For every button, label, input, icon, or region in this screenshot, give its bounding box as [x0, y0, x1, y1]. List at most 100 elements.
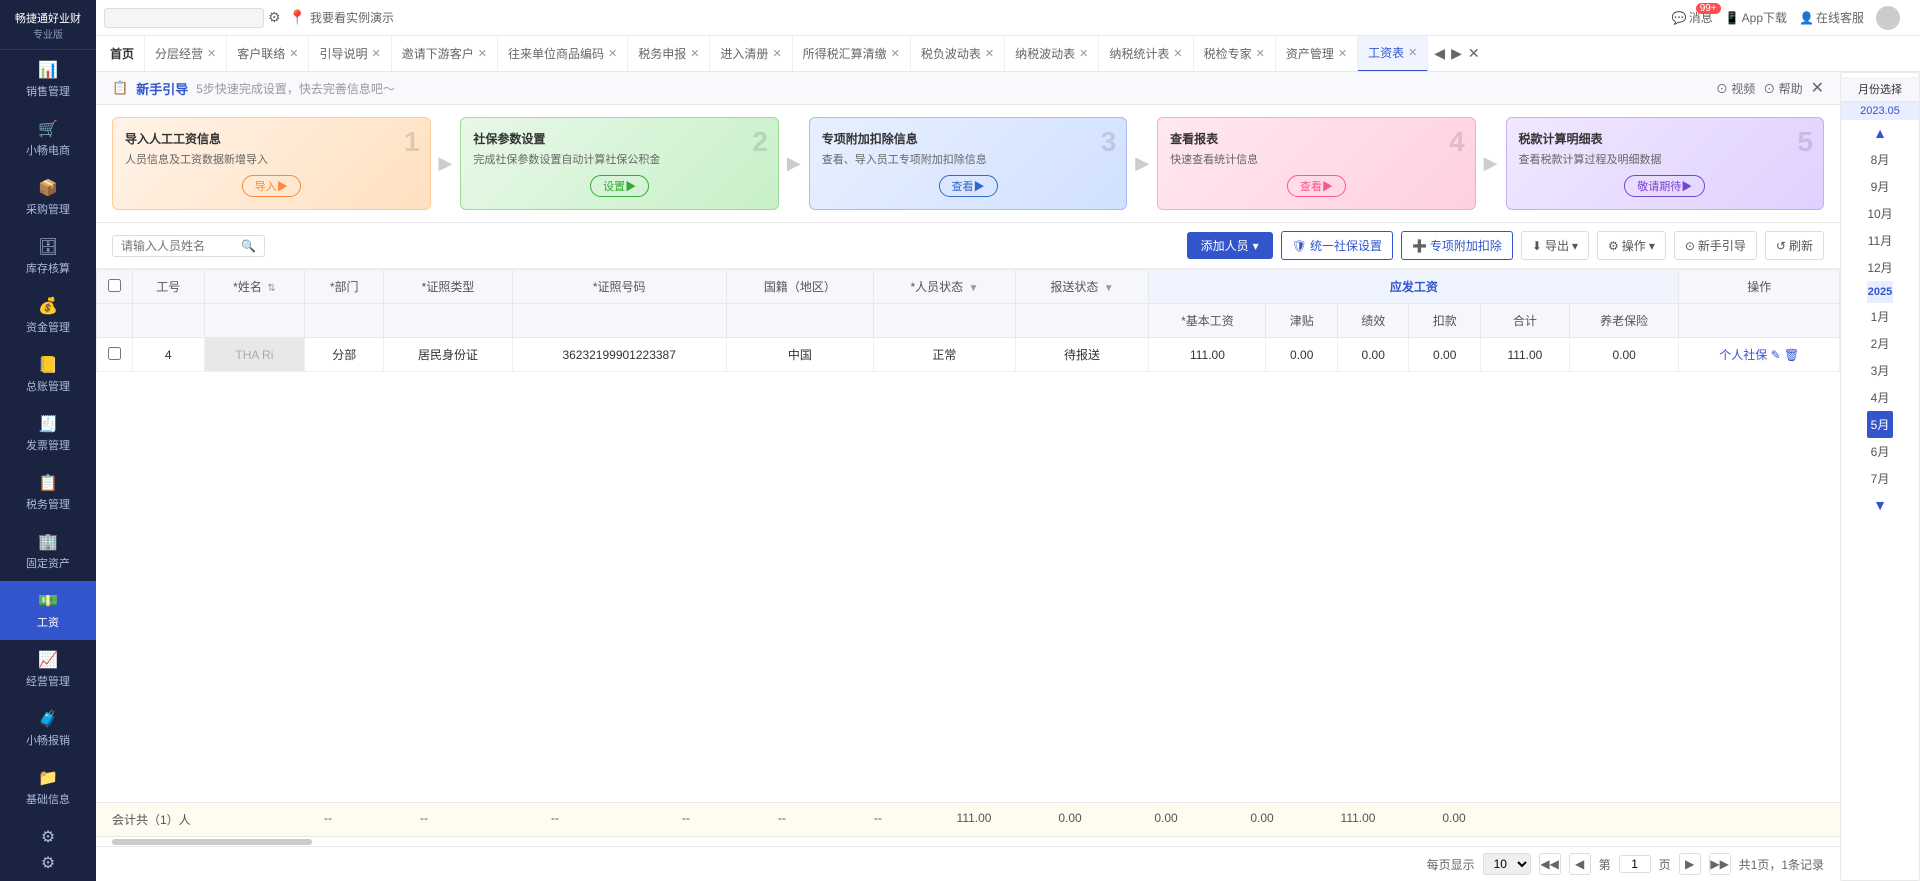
tab-close-4[interactable]: ✕	[478, 47, 487, 60]
sidebar-item-小畅报销[interactable]: 🧳小畅报销	[0, 699, 96, 758]
last-page-button[interactable]: ▶▶	[1709, 853, 1731, 875]
month-item-7月[interactable]: 7月	[1867, 465, 1892, 492]
addon-deduction-button[interactable]: ➕ 专项附加扣除	[1401, 231, 1513, 260]
tab-close-7[interactable]: ✕	[772, 47, 781, 60]
th-status[interactable]: *人员状态 ▼	[874, 270, 1015, 304]
tab-5[interactable]: 往来单位商品编码✕	[498, 36, 628, 72]
tab-prev-button[interactable]: ◀	[1432, 43, 1447, 64]
tab-close-all-button[interactable]: ✕	[1466, 43, 1482, 64]
tab-6[interactable]: 税务申报✕	[628, 36, 710, 72]
month-item-1月[interactable]: 1月	[1867, 303, 1892, 330]
tab-close-1[interactable]: ✕	[207, 47, 216, 60]
month-item-3月[interactable]: 3月	[1867, 357, 1892, 384]
step-btn-0[interactable]: 导入▶	[242, 175, 301, 197]
tab-close-12[interactable]: ✕	[1256, 47, 1265, 60]
demo-link[interactable]: 我要看实例演示	[310, 9, 394, 26]
add-employee-button[interactable]: 添加人员 ▾	[1187, 232, 1273, 259]
tab-10[interactable]: 纳税波动表✕	[1005, 36, 1099, 72]
sidebar-item-小畅电商[interactable]: 🛒小畅电商	[0, 109, 96, 168]
row-check-0[interactable]	[108, 347, 121, 360]
message-button[interactable]: 💬 消息 99+	[1672, 9, 1713, 26]
export-button[interactable]: ⬇ 导出 ▾	[1521, 231, 1589, 260]
guide-help-link[interactable]: ⊙ 帮助	[1763, 80, 1802, 97]
step-btn-4[interactable]: 敬请期待▶	[1624, 175, 1705, 197]
scroll-thumb[interactable]	[112, 839, 312, 845]
step-btn-1[interactable]: 设置▶	[590, 175, 649, 197]
next-page-button[interactable]: ▶	[1679, 853, 1701, 875]
sidebar-item-采购管理[interactable]: 📦采购管理	[0, 168, 96, 227]
tab-13[interactable]: 资产管理✕	[1276, 36, 1358, 72]
step-btn-3[interactable]: 查看▶	[1287, 175, 1346, 197]
month-item-6月[interactable]: 6月	[1867, 438, 1892, 465]
month-item-11月[interactable]: 11月	[1867, 227, 1892, 254]
tab-close-3[interactable]: ✕	[372, 47, 381, 60]
tab-8[interactable]: 所得税汇算清缴✕	[793, 36, 911, 72]
row-checkbox-0[interactable]	[97, 338, 133, 372]
tab-1[interactable]: 分层经营✕	[145, 36, 227, 72]
sidebar-item-库存核算[interactable]: 🗄库存核算	[0, 227, 96, 286]
tab-9[interactable]: 税负波动表✕	[911, 36, 1005, 72]
employee-search-input[interactable]	[121, 239, 241, 253]
sidebar-item-固定资产[interactable]: 🏢固定资产	[0, 522, 96, 581]
select-all-header[interactable]	[97, 270, 133, 304]
sidebar-item-税务管理[interactable]: 📋税务管理	[0, 463, 96, 522]
tab-close-11[interactable]: ✕	[1173, 47, 1182, 60]
tab-close-6[interactable]: ✕	[690, 47, 699, 60]
tab-close-2[interactable]: ✕	[289, 47, 298, 60]
unified-social-security-button[interactable]: 🛡 统一社保设置	[1281, 231, 1393, 260]
month-item-12月[interactable]: 12月	[1867, 254, 1892, 281]
search-icon[interactable]: 🔍	[241, 239, 256, 253]
sidebar-item-工资[interactable]: 💵工资	[0, 581, 96, 640]
page-number-input[interactable]	[1619, 855, 1651, 873]
month-item-9月[interactable]: 9月	[1867, 173, 1892, 200]
settings-icon[interactable]: ⚙	[41, 853, 55, 873]
step-btn-2[interactable]: 查看▶	[939, 175, 998, 197]
month-item-8月[interactable]: 8月	[1867, 146, 1892, 173]
tab-14[interactable]: 工资表✕	[1358, 36, 1428, 72]
tab-close-5[interactable]: ✕	[608, 47, 617, 60]
actions-button[interactable]: ⚙ 操作 ▾	[1597, 231, 1666, 260]
tab-2[interactable]: 客户联络✕	[227, 36, 309, 72]
page-size-select[interactable]: 10 20 50	[1483, 853, 1531, 875]
edit-icon-0[interactable]: ✎	[1771, 348, 1781, 362]
guide-video-link[interactable]: ⊙ 视频	[1716, 80, 1755, 97]
month-item-4月[interactable]: 4月	[1867, 384, 1892, 411]
month-item-2月[interactable]: 2月	[1867, 330, 1892, 357]
th-name[interactable]: *姓名 ⇅	[204, 270, 305, 304]
guide-button[interactable]: ⊙ 新手引导	[1674, 231, 1757, 260]
sidebar-item-销售管理[interactable]: 📊销售管理	[0, 50, 96, 109]
tab-7[interactable]: 进入清册✕	[710, 36, 792, 72]
th-send-status[interactable]: 报送状态 ▼	[1015, 270, 1149, 304]
delete-icon-0[interactable]: 🗑	[1784, 348, 1799, 362]
tab-11[interactable]: 纳税统计表✕	[1099, 36, 1193, 72]
tab-0[interactable]: 首页	[100, 36, 145, 72]
tab-next-button[interactable]: ▶	[1449, 43, 1464, 64]
topbar-settings-icon[interactable]: ⚙	[268, 9, 281, 26]
app-download-button[interactable]: 📱 App下载	[1725, 9, 1787, 26]
refresh-button[interactable]: ↺ 刷新	[1765, 231, 1824, 260]
horizontal-scroll-bar[interactable]	[96, 836, 1840, 846]
month-up-button[interactable]: ▲	[1867, 123, 1893, 143]
tab-12[interactable]: 税检专家✕	[1194, 36, 1276, 72]
select-all-checkbox[interactable]	[108, 279, 121, 292]
tab-4[interactable]: 邀请下游客户✕	[392, 36, 498, 72]
online-service-button[interactable]: 👤 在线客服	[1799, 9, 1864, 26]
sidebar-item-经营管理[interactable]: 📈经营管理	[0, 640, 96, 699]
row-ops-0[interactable]: 个人社保 ✎ 🗑	[1679, 338, 1840, 372]
sidebar-item-系统管理[interactable]: ⚙系统管理	[0, 817, 96, 845]
month-down-button[interactable]: ▼	[1867, 495, 1893, 515]
topbar-search-input[interactable]	[104, 8, 264, 28]
guide-close-icon[interactable]: ✕	[1811, 78, 1824, 98]
sidebar-bottom[interactable]: ⚙	[0, 845, 96, 881]
avatar[interactable]	[1876, 6, 1900, 30]
month-item-5月[interactable]: 5月	[1867, 411, 1892, 438]
sidebar-item-发票管理[interactable]: 🧾发票管理	[0, 404, 96, 463]
tab-3[interactable]: 引导说明✕	[309, 36, 391, 72]
tab-close-13[interactable]: ✕	[1338, 47, 1347, 60]
tab-close-14[interactable]: ✕	[1408, 46, 1417, 59]
sidebar-item-资金管理[interactable]: 💰资金管理	[0, 286, 96, 345]
first-page-button[interactable]: ◀◀	[1539, 853, 1561, 875]
sidebar-item-总账管理[interactable]: 📒总账管理	[0, 345, 96, 404]
tab-close-8[interactable]: ✕	[891, 47, 900, 60]
prev-page-button[interactable]: ◀	[1569, 853, 1591, 875]
